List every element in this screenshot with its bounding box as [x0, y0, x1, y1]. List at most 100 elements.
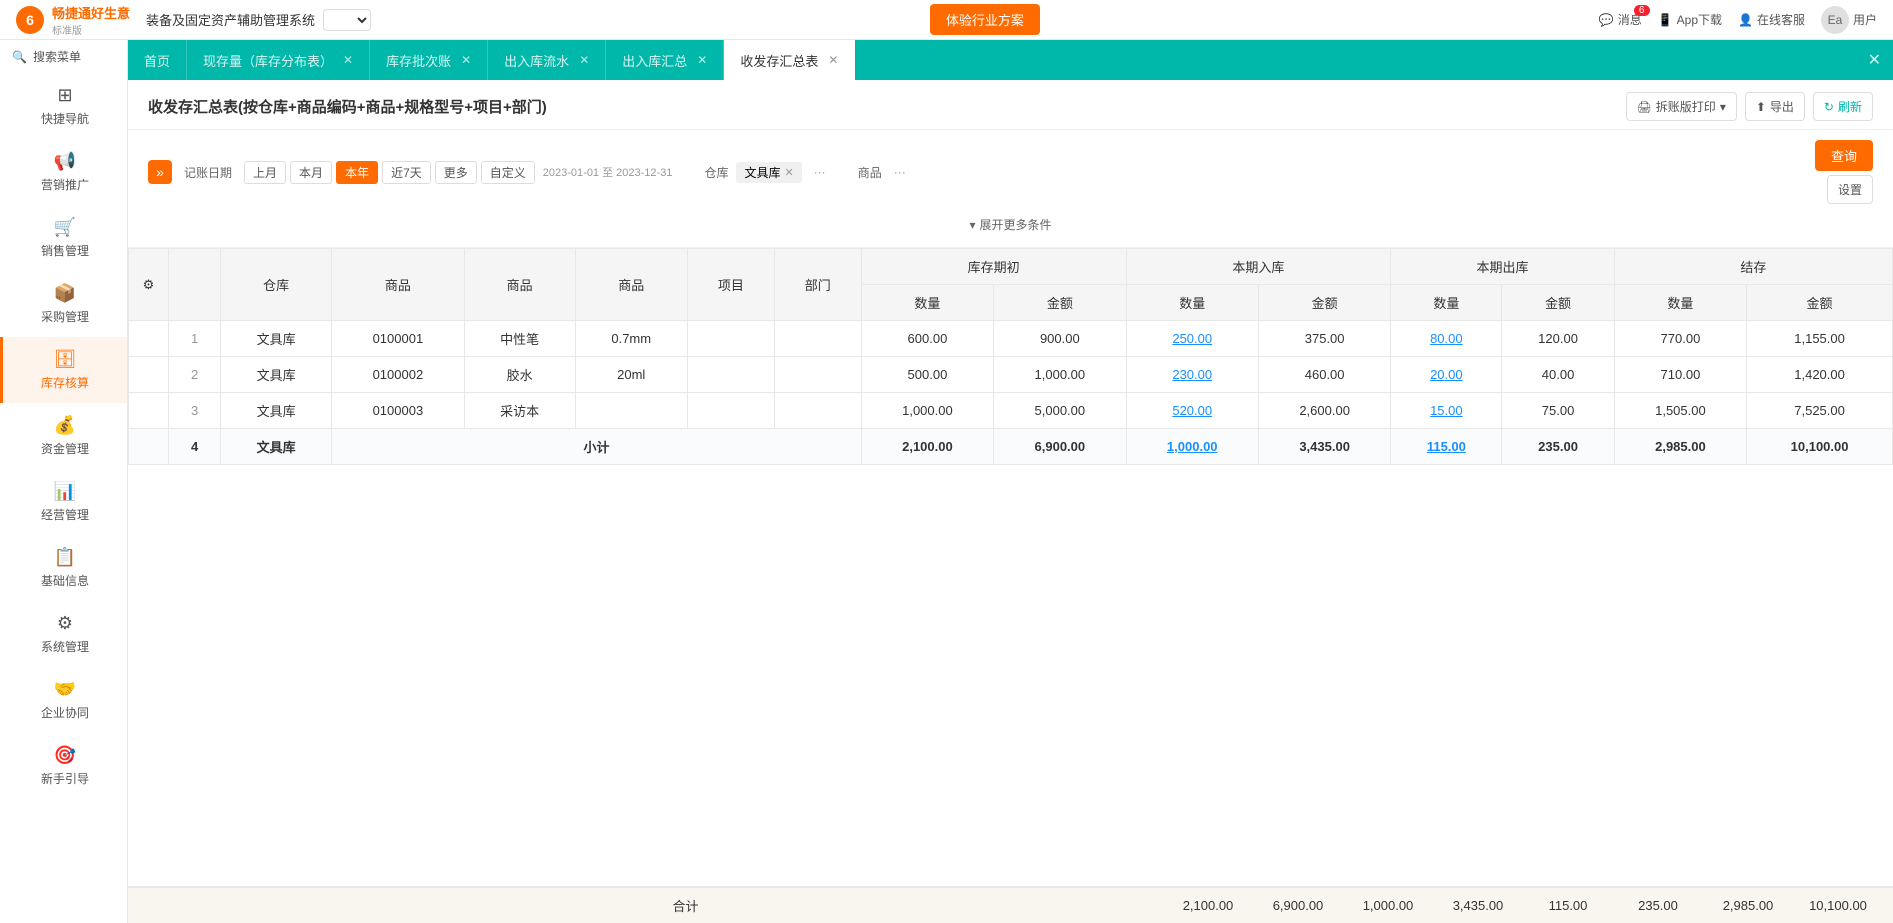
th-opening-qty: 数量 — [861, 285, 993, 321]
cell-project — [687, 393, 774, 429]
tab-close-flow[interactable]: ✕ — [579, 53, 589, 67]
system-icon: ⚙ — [57, 613, 73, 634]
main-layout: 🔍 搜索菜单 ⊞ 快捷导航 📢 营销推广 🛒 销售管理 📦 采购管理 🗄 库存核… — [0, 40, 1893, 923]
tab-home[interactable]: 首页 — [128, 40, 187, 80]
filter-expand-btn[interactable]: » — [148, 160, 172, 184]
sidebar-item-label: 资金管理 — [41, 440, 89, 457]
cell-opening-amt: 5,000.00 — [994, 393, 1126, 429]
sidebar-item-quick-nav[interactable]: ⊞ 快捷导航 — [0, 73, 127, 139]
th-out-qty: 数量 — [1391, 285, 1502, 321]
cell-out-amt: 75.00 — [1502, 393, 1614, 429]
query-btn[interactable]: 查询 — [1815, 140, 1873, 171]
cell-project — [687, 357, 774, 393]
online-support-btn[interactable]: 👤 在线客服 — [1738, 11, 1805, 28]
enterprise-icon: 🤝 — [54, 679, 76, 700]
date-range: 2023-01-01 至 2023-12-31 — [543, 164, 673, 180]
tab-close-batch[interactable]: ✕ — [461, 53, 471, 67]
refresh-btn[interactable]: ↻ 刷新 — [1813, 92, 1873, 121]
sidebar-item-sales[interactable]: 🛒 销售管理 — [0, 205, 127, 271]
cell-out-qty[interactable]: 80.00 — [1391, 321, 1502, 357]
app-download-btn[interactable]: 📱 App下载 — [1658, 11, 1722, 28]
product-more-btn[interactable]: ··· — [894, 165, 906, 179]
print-icon: 🖨 — [1637, 100, 1652, 114]
operations-icon: 📊 — [54, 481, 76, 502]
cell-sku-name: 胶水 — [464, 357, 575, 393]
export-btn[interactable]: ⬆ 导出 — [1745, 92, 1805, 121]
table-body: 1 文具库 0100001 中性笔 0.7mm 600.00 900.00 25… — [129, 321, 1893, 465]
tab-close-recv-summary[interactable]: ✕ — [828, 53, 838, 67]
sidebar-item-newbie[interactable]: 🎯 新手引导 — [0, 733, 127, 799]
tab-close-stock-dist[interactable]: ✕ — [343, 53, 353, 67]
sidebar-item-base-info[interactable]: 📋 基础信息 — [0, 535, 127, 601]
sidebar-item-system[interactable]: ⚙ 系统管理 — [0, 601, 127, 667]
system-selector[interactable] — [323, 9, 371, 31]
date-btn-this-month[interactable]: 本月 — [290, 161, 332, 184]
cell-in-qty[interactable]: 250.00 — [1126, 321, 1258, 357]
th-close-qty: 数量 — [1614, 285, 1746, 321]
experience-btn[interactable]: 体验行业方案 — [930, 4, 1040, 35]
date-btn-custom[interactable]: 自定义 — [481, 161, 535, 184]
th-opening-amt: 金额 — [994, 285, 1126, 321]
sidebar-item-operations[interactable]: 📊 经营管理 — [0, 469, 127, 535]
sidebar-item-marketing[interactable]: 📢 营销推广 — [0, 139, 127, 205]
app-subtitle: 标准版 — [52, 22, 130, 37]
cell-close-amt: 1,155.00 — [1747, 321, 1893, 357]
filter-row-main: » 记账日期 上月 本月 本年 近7天 更多 自定义 2023-01-01 至 … — [148, 140, 1873, 204]
sidebar-search[interactable]: 🔍 搜索菜单 — [0, 40, 127, 73]
cell-warehouse: 文具库 — [221, 393, 332, 429]
cell-out-qty[interactable]: 115.00 — [1391, 429, 1502, 465]
inventory-icon: 🗄 — [54, 349, 77, 370]
date-btn-7days[interactable]: 近7天 — [382, 161, 431, 184]
expand-more-btn[interactable]: ▾ 展开更多条件 — [959, 212, 1061, 237]
cell-no: 1 — [169, 321, 221, 357]
cell-in-amt: 375.00 — [1258, 321, 1390, 357]
tab-stock-dist[interactable]: 现存量（库存分布表） ✕ — [187, 40, 370, 80]
date-btn-this-year[interactable]: 本年 — [336, 161, 378, 184]
cell-warehouse: 文具库 — [221, 357, 332, 393]
tab-batch-label: 库存批次账 — [386, 51, 451, 70]
warehouse-tag-close[interactable]: ✕ — [784, 166, 793, 179]
tab-summary[interactable]: 出入库汇总 ✕ — [606, 40, 724, 80]
cell-in-qty[interactable]: 1,000.00 — [1126, 429, 1258, 465]
header-center: 体验行业方案 — [930, 4, 1040, 35]
th-sku-spec: 商品 — [575, 249, 687, 321]
sidebar-item-enterprise[interactable]: 🤝 企业协同 — [0, 667, 127, 733]
chevron-down-icon: ▾ — [1720, 100, 1726, 114]
sidebar-item-label: 库存核算 — [41, 374, 89, 391]
user-label: 用户 — [1853, 11, 1877, 28]
filter-right-btns: 查询 设置 — [1815, 140, 1873, 204]
tab-home-label: 首页 — [144, 51, 170, 70]
top-header: 6 畅捷通好生意 标准版 装备及固定资产辅助管理系统 体验行业方案 💬 消息 6… — [0, 0, 1893, 40]
main-table: ⚙ 仓库 商品 商品 商品 项目 部门 库存期初 本期入库 本期出库 结存 — [128, 248, 1893, 465]
cell-close-amt: 7,525.00 — [1747, 393, 1893, 429]
th-no — [169, 249, 221, 321]
tab-batch[interactable]: 库存批次账 ✕ — [370, 40, 488, 80]
support-label: 在线客服 — [1757, 11, 1805, 28]
cell-out-qty[interactable]: 15.00 — [1391, 393, 1502, 429]
header-right: 💬 消息 6 📱 App下载 👤 在线客服 Ea 用户 — [1599, 6, 1877, 34]
settings-btn[interactable]: 设置 — [1827, 175, 1873, 204]
tab-bar-close-btn[interactable]: ✕ — [1856, 40, 1893, 80]
tab-flow[interactable]: 出入库流水 ✕ — [488, 40, 606, 80]
cell-no: 3 — [169, 393, 221, 429]
expand-more-icon: ▾ — [969, 218, 975, 232]
cell-out-qty[interactable]: 20.00 — [1391, 357, 1502, 393]
print-btn[interactable]: 🖨 拆账版打印 ▾ — [1626, 92, 1737, 121]
sidebar-item-label: 新手引导 — [41, 770, 89, 787]
cell-in-qty[interactable]: 230.00 — [1126, 357, 1258, 393]
sidebar-item-inventory[interactable]: 🗄 库存核算 — [0, 337, 127, 403]
cell-in-qty[interactable]: 520.00 — [1126, 393, 1258, 429]
sidebar-item-purchase[interactable]: 📦 采购管理 — [0, 271, 127, 337]
user-btn[interactable]: Ea 用户 — [1821, 6, 1877, 34]
message-btn[interactable]: 💬 消息 6 — [1599, 11, 1642, 28]
tab-close-summary[interactable]: ✕ — [697, 53, 707, 67]
date-btn-last-month[interactable]: 上月 — [244, 161, 286, 184]
sidebar-item-finance[interactable]: 💰 资金管理 — [0, 403, 127, 469]
cell-sku-spec: 0.7mm — [575, 321, 687, 357]
cell-dept — [774, 393, 861, 429]
footer-opening-amt: 6,900.00 — [1253, 898, 1343, 913]
tab-recv-summary[interactable]: 收发存汇总表 ✕ — [724, 40, 855, 80]
warehouse-more-btn[interactable]: ··· — [814, 165, 826, 179]
date-btn-more[interactable]: 更多 — [435, 161, 477, 184]
date-btn-group: 上月 本月 本年 近7天 更多 自定义 2023-01-01 至 2023-12… — [244, 161, 672, 184]
